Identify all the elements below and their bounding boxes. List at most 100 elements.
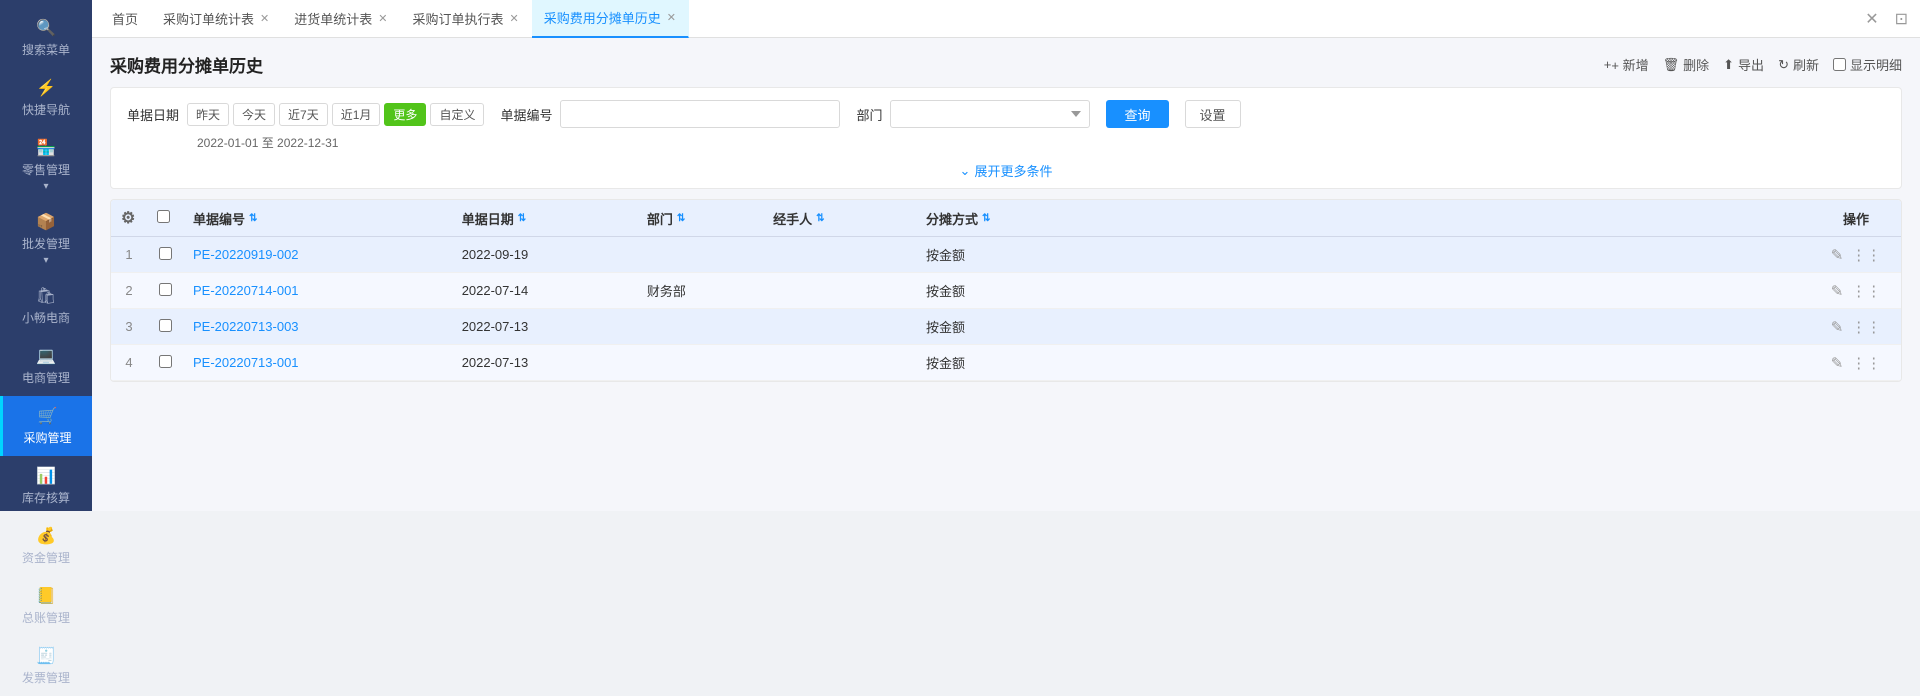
sidebar-item-ecom[interactable]: 💻 电商管理: [0, 336, 92, 396]
row-ops-0: ✎ ⋮⋮: [1811, 237, 1901, 273]
close-window-icon[interactable]: ✕: [1861, 7, 1882, 31]
doc-no-sort[interactable]: 单据编号 ⇅: [193, 209, 257, 228]
edit-icon-2[interactable]: ✎: [1831, 318, 1844, 336]
data-table: ⚙ 单据编号 ⇅ 单据日期: [110, 199, 1902, 382]
row-dept-2: [637, 309, 763, 345]
tab-close-purchase-stock-stat[interactable]: ✕: [378, 12, 387, 25]
tab-purchase-stock-stat[interactable]: 进货单统计表 ✕: [282, 0, 400, 38]
row-handler-1: [763, 273, 916, 309]
sidebar: 🔍 搜索菜单 ⚡ 快捷导航 🏪 零售管理 ▾ 📦 批发管理 ▾ 🛍 小畅电商 💻…: [0, 0, 92, 511]
ecom-small-icon: 🛍: [4, 286, 88, 306]
row-doc-date-1: 2022-07-14: [452, 273, 637, 309]
expand-more-btn[interactable]: ⌄ 展开更多条件: [960, 161, 1053, 180]
row-handler-3: [763, 345, 916, 381]
tab-close-purchase-fee-split[interactable]: ✕: [667, 11, 676, 24]
more-date-btn[interactable]: 更多: [384, 103, 426, 126]
row-checkbox-2: [147, 309, 183, 345]
tab-close-purchase-order-stat[interactable]: ✕: [260, 12, 269, 25]
row-split-method-0: 按金额: [916, 237, 1811, 273]
sort-icon-doc-date: ⇅: [518, 213, 526, 224]
more-ops-icon-2[interactable]: ⋮⋮: [1851, 318, 1881, 336]
restore-window-icon[interactable]: ⊡: [1891, 7, 1912, 31]
tab-purchase-order-stat[interactable]: 采购订单统计表 ✕: [151, 0, 282, 38]
split-method-sort[interactable]: 分摊方式 ⇅: [926, 209, 990, 228]
row-doc-date-0: 2022-09-19: [452, 237, 637, 273]
row-checkbox-1: [147, 273, 183, 309]
delete-button[interactable]: 🗑 删除: [1663, 55, 1710, 74]
row-select-1[interactable]: [159, 283, 172, 296]
last1month-btn[interactable]: 近1月: [332, 103, 381, 126]
tab-bar: 首页 采购订单统计表 ✕ 进货单统计表 ✕ 采购订单执行表 ✕ 采购费用分摊单历…: [92, 0, 1920, 38]
sidebar-item-wholesale[interactable]: 📦 批发管理 ▾: [0, 202, 92, 276]
refresh-button[interactable]: ↻ 刷新: [1778, 55, 1819, 74]
col-split-method[interactable]: 分摊方式 ⇅: [916, 200, 1811, 237]
today-btn[interactable]: 今天: [233, 103, 275, 126]
more-ops-icon-0[interactable]: ⋮⋮: [1851, 246, 1881, 264]
search-button[interactable]: 查询: [1106, 100, 1168, 128]
sidebar-item-finance[interactable]: 💰 资金管理: [0, 516, 92, 576]
tab-purchase-fee-split[interactable]: 采购费用分摊单历史 ✕: [532, 0, 689, 38]
row-handler-0: [763, 237, 916, 273]
show-cols-checkbox[interactable]: [1833, 58, 1846, 71]
dept-label: 部门: [856, 105, 882, 124]
col-handler[interactable]: 经手人 ⇅: [763, 200, 916, 237]
header-actions: + + 新增 🗑 删除 ⬆ 导出 ↻ 刷新 显示明细: [1604, 55, 1902, 74]
more-ops-icon-3[interactable]: ⋮⋮: [1851, 354, 1881, 372]
inventory-icon: 📊: [4, 466, 88, 486]
filter-settings-button[interactable]: 设置: [1185, 100, 1241, 128]
table-settings-icon[interactable]: ⚙: [121, 210, 135, 227]
sort-icon-split-method: ⇅: [982, 213, 990, 224]
sidebar-item-purchase[interactable]: 🛒 采购管理: [0, 396, 92, 456]
doc-no-input[interactable]: [560, 100, 840, 128]
sidebar-item-search[interactable]: 🔍 搜索菜单: [0, 8, 92, 68]
edit-icon-3[interactable]: ✎: [1831, 354, 1844, 372]
row-ops-1: ✎ ⋮⋮: [1811, 273, 1901, 309]
row-select-0[interactable]: [159, 247, 172, 260]
export-button[interactable]: ⬆ 导出: [1723, 55, 1764, 74]
edit-icon-1[interactable]: ✎: [1831, 282, 1844, 300]
row-doc-no-1: PE-20220714-001: [183, 273, 452, 309]
row-dept-0: [637, 237, 763, 273]
doc-no-link-2[interactable]: PE-20220713-003: [193, 319, 299, 334]
finance-icon: 💰: [4, 526, 88, 546]
sidebar-item-invoice[interactable]: 🧾 发票管理: [0, 636, 92, 696]
row-split-method-2: 按金额: [916, 309, 1811, 345]
row-doc-no-0: PE-20220919-002: [183, 237, 452, 273]
quick-nav-icon: ⚡: [4, 78, 88, 98]
doc-no-filter: 单据编号: [500, 100, 840, 128]
sidebar-item-quick-nav[interactable]: ⚡ 快捷导航: [0, 68, 92, 128]
date-filter-row: 单据日期 昨天 今天 近7天 近1月 更多 自定义: [127, 103, 484, 126]
more-ops-icon-1[interactable]: ⋮⋮: [1851, 282, 1881, 300]
dept-sort[interactable]: 部门 ⇅: [647, 209, 685, 228]
select-all-checkbox[interactable]: [157, 210, 170, 223]
add-button[interactable]: + + 新增: [1604, 55, 1649, 74]
doc-no-link-0[interactable]: PE-20220919-002: [193, 247, 299, 262]
sidebar-item-ledger[interactable]: 📒 总账管理: [0, 576, 92, 636]
row-select-2[interactable]: [159, 319, 172, 332]
invoice-icon: 🧾: [4, 646, 88, 666]
doc-no-link-3[interactable]: PE-20220713-001: [193, 355, 299, 370]
col-dept[interactable]: 部门 ⇅: [637, 200, 763, 237]
dept-select[interactable]: [890, 100, 1090, 128]
show-cols-checkbox-label[interactable]: 显示明细: [1833, 55, 1902, 74]
sidebar-item-inventory[interactable]: 📊 库存核算: [0, 456, 92, 516]
custom-date-btn[interactable]: 自定义: [430, 103, 484, 126]
handler-sort[interactable]: 经手人 ⇅: [773, 209, 824, 228]
col-checkbox: [147, 200, 183, 237]
col-doc-no[interactable]: 单据编号 ⇅: [183, 200, 452, 237]
tab-home[interactable]: 首页: [100, 0, 151, 38]
sidebar-item-retail[interactable]: 🏪 零售管理 ▾: [0, 128, 92, 202]
date-range-display: 2022-01-01 至 2022-12-31: [197, 134, 338, 151]
row-select-3[interactable]: [159, 355, 172, 368]
tab-close-purchase-order-exec[interactable]: ✕: [510, 12, 519, 25]
doc-date-sort[interactable]: 单据日期 ⇅: [462, 209, 526, 228]
doc-no-link-1[interactable]: PE-20220714-001: [193, 283, 299, 298]
col-doc-date[interactable]: 单据日期 ⇅: [452, 200, 637, 237]
last7days-btn[interactable]: 近7天: [279, 103, 328, 126]
sidebar-item-ecom-small[interactable]: 🛍 小畅电商: [0, 276, 92, 336]
table-row: 1 PE-20220919-002 2022-09-19 按金额 ✎ ⋮⋮: [111, 237, 1901, 273]
edit-icon-0[interactable]: ✎: [1831, 246, 1844, 264]
search-icon: 🔍: [4, 18, 88, 38]
tab-purchase-order-exec[interactable]: 采购订单执行表 ✕: [400, 0, 531, 38]
yesterday-btn[interactable]: 昨天: [187, 103, 229, 126]
